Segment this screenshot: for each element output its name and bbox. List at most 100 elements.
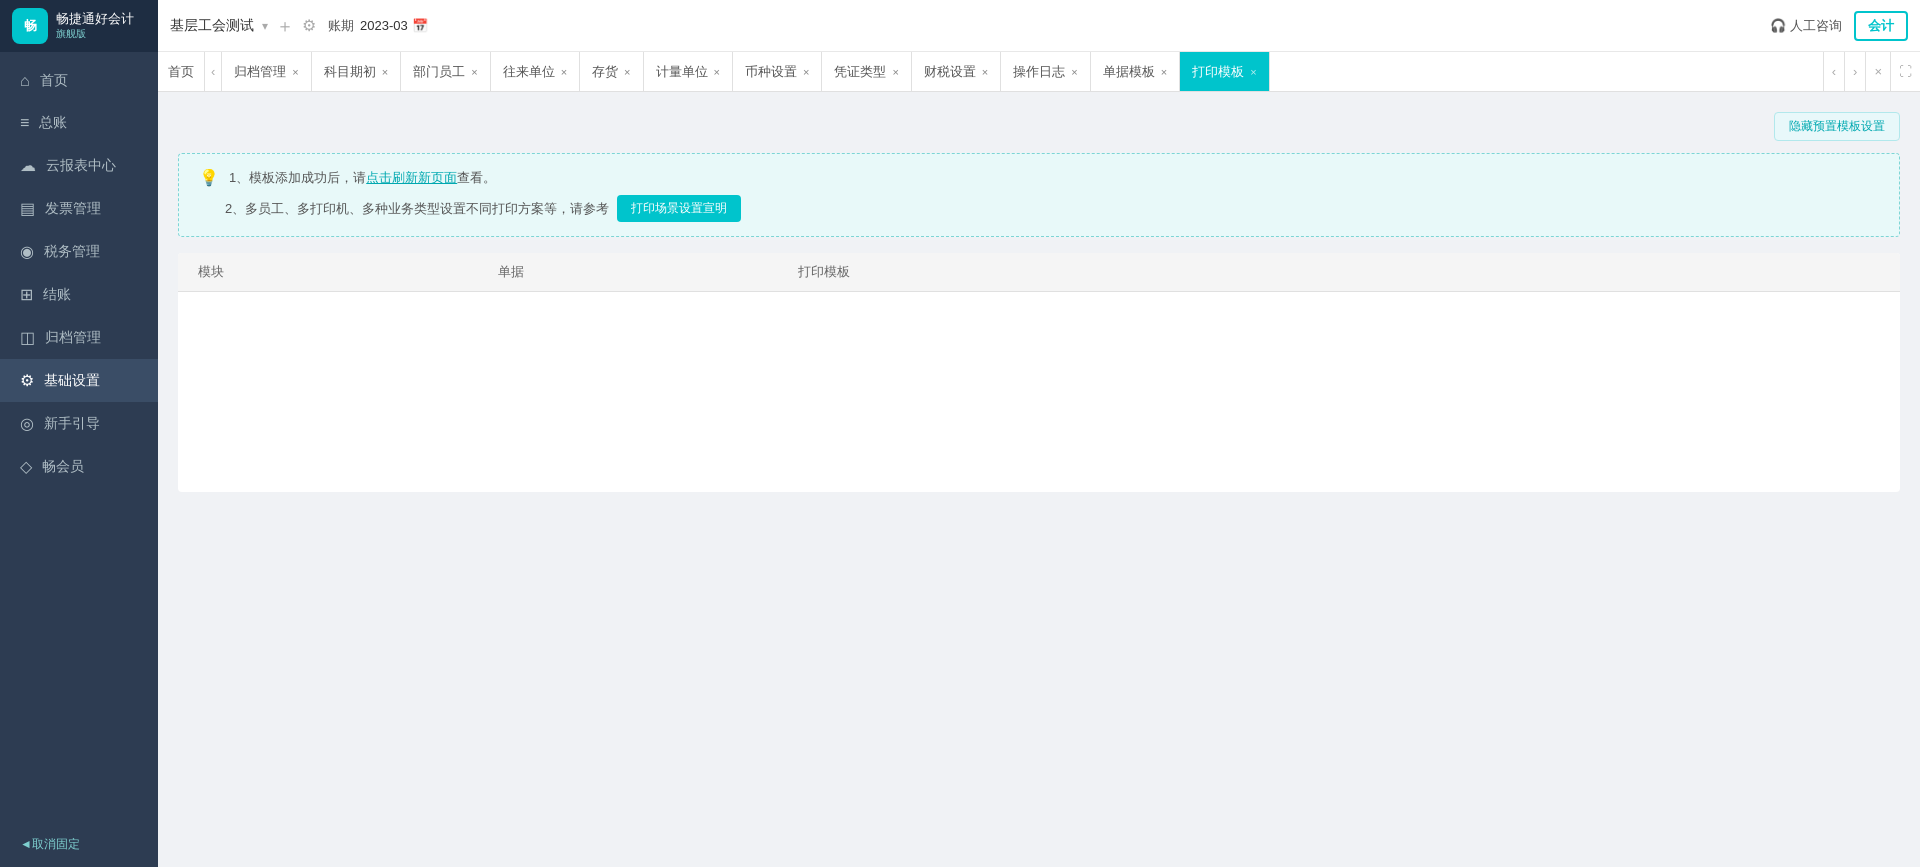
- sidebar-item-close[interactable]: ⊞ 结账: [0, 273, 158, 316]
- add-tab-button[interactable]: ＋: [276, 14, 294, 38]
- logo-icon: 畅: [12, 8, 48, 44]
- tab-close-all-button[interactable]: ×: [1865, 52, 1890, 92]
- sidebar-item-member[interactable]: ◇ 畅会员: [0, 445, 158, 488]
- tab-label: 科目期初: [324, 63, 376, 81]
- tab-label: 往来单位: [503, 63, 555, 81]
- account-type-button[interactable]: 会计: [1854, 11, 1908, 41]
- tab-home[interactable]: 首页: [158, 52, 205, 92]
- member-icon: ◇: [20, 457, 32, 476]
- invoice-icon: ▤: [20, 199, 35, 218]
- app-edition: 旗舰版: [56, 27, 134, 41]
- tab-close-icon[interactable]: ×: [982, 66, 988, 78]
- calendar-icon[interactable]: 📅: [412, 18, 428, 33]
- hide-preview-button[interactable]: 隐藏预置模板设置: [1774, 112, 1900, 141]
- tab-close-icon[interactable]: ×: [714, 66, 720, 78]
- sidebar-item-label: 发票管理: [45, 200, 101, 218]
- sidebar-item-ledger[interactable]: ≡ 总账: [0, 102, 158, 144]
- info-line2-prefix: 2、多员工、多打印机、多种业务类型设置不同打印方案等，请参考: [225, 200, 609, 218]
- sidebar-item-guide[interactable]: ◎ 新手引导: [0, 402, 158, 445]
- tab-close-icon[interactable]: ×: [471, 66, 477, 78]
- sidebar-item-label: 首页: [40, 72, 68, 90]
- unpin-button[interactable]: ◄取消固定: [0, 822, 158, 867]
- tab-prev-button[interactable]: ‹: [205, 52, 222, 92]
- app-logo: 畅 畅捷通好会计 旗舰版: [0, 0, 158, 52]
- tab-unit[interactable]: 计量单位 ×: [644, 52, 733, 92]
- settings-gear-icon[interactable]: ⚙: [302, 16, 316, 35]
- topbar: 基层工会测试 ▾ ＋ ⚙ 账期 2023-03 📅 🎧 人工咨询 会计: [158, 0, 1920, 52]
- tab-department[interactable]: 部门员工 ×: [401, 52, 490, 92]
- sidebar-item-label: 畅会员: [42, 458, 84, 476]
- service-button[interactable]: 🎧 人工咨询: [1770, 17, 1842, 35]
- tabbar: 首页 ‹ 归档管理 × 科目期初 × 部门员工 × 往来单位 × 存货 × 计量…: [158, 52, 1920, 92]
- guide-icon: ◎: [20, 414, 34, 433]
- col-template: 打印模板: [798, 263, 1880, 281]
- home-icon: ⌂: [20, 72, 30, 90]
- tab-voucher-template[interactable]: 单据模板 ×: [1091, 52, 1180, 92]
- sidebar-item-settings[interactable]: ⚙ 基础设置: [0, 359, 158, 402]
- info-line1-prefix: 1、模板添加成功后，请: [229, 169, 366, 187]
- sidebar-item-home[interactable]: ⌂ 首页: [0, 60, 158, 102]
- tab-close-icon[interactable]: ×: [892, 66, 898, 78]
- tab-close-icon[interactable]: ×: [803, 66, 809, 78]
- sidebar-item-label: 归档管理: [45, 329, 101, 347]
- sidebar-item-label: 结账: [43, 286, 71, 304]
- service-label: 人工咨询: [1790, 17, 1842, 35]
- headset-icon: 🎧: [1770, 18, 1786, 33]
- col-module: 模块: [198, 263, 498, 281]
- home-tab-label: 首页: [168, 63, 194, 81]
- tab-fullscreen-button[interactable]: ⛶: [1890, 52, 1920, 92]
- tab-archive[interactable]: 归档管理 ×: [222, 52, 311, 92]
- tab-label: 凭证类型: [834, 63, 886, 81]
- hide-preview-section: 隐藏预置模板设置: [178, 112, 1900, 141]
- sidebar-nav: ⌂ 首页 ≡ 总账 ☁ 云报表中心 ▤ 发票管理 ◉ 税务管理 ⊞ 结账 ◫ 归…: [0, 52, 158, 822]
- tab-close-icon[interactable]: ×: [292, 66, 298, 78]
- explain-button[interactable]: 打印场景设置宣明: [617, 195, 741, 222]
- tab-close-icon[interactable]: ×: [1161, 66, 1167, 78]
- tab-currency[interactable]: 币种设置 ×: [733, 52, 822, 92]
- tab-label: 存货: [592, 63, 618, 81]
- topbar-right: 🎧 人工咨询 会计: [1770, 11, 1908, 41]
- col-voucher: 单据: [498, 263, 798, 281]
- tab-tax-settings[interactable]: 财税设置 ×: [912, 52, 1001, 92]
- tab-close-icon[interactable]: ×: [382, 66, 388, 78]
- tab-subjects[interactable]: 科目期初 ×: [312, 52, 401, 92]
- period-label: 账期: [328, 17, 354, 35]
- sidebar-item-tax[interactable]: ◉ 税务管理: [0, 230, 158, 273]
- print-template-table: 模块 单据 打印模板: [178, 253, 1900, 492]
- unpin-label: ◄取消固定: [20, 836, 80, 853]
- tab-scroll-right-button[interactable]: ›: [1844, 52, 1865, 92]
- settings-icon: ⚙: [20, 371, 34, 390]
- table-header: 模块 单据 打印模板: [178, 253, 1900, 292]
- sidebar-item-reports[interactable]: ☁ 云报表中心: [0, 144, 158, 187]
- tab-close-icon[interactable]: ×: [1250, 66, 1256, 78]
- tab-label: 归档管理: [234, 63, 286, 81]
- sidebar-item-invoice[interactable]: ▤ 发票管理: [0, 187, 158, 230]
- tab-label: 财税设置: [924, 63, 976, 81]
- sidebar-item-label: 新手引导: [44, 415, 100, 433]
- main-content: 隐藏预置模板设置 💡 1、模板添加成功后，请 点击刷新新页面 查看。 2、多员工…: [158, 92, 1920, 867]
- close-account-icon: ⊞: [20, 285, 33, 304]
- tab-scroll-left-button[interactable]: ‹: [1823, 52, 1844, 92]
- tab-label: 操作日志: [1013, 63, 1065, 81]
- info-row-2: 2、多员工、多打印机、多种业务类型设置不同打印方案等，请参考 打印场景设置宣明: [199, 195, 1879, 222]
- app-name: 畅捷通好会计: [56, 11, 134, 28]
- tab-print-template[interactable]: 打印模板 ×: [1180, 52, 1269, 92]
- sidebar-item-label: 基础设置: [44, 372, 100, 390]
- tab-label: 部门员工: [413, 63, 465, 81]
- tab-close-icon[interactable]: ×: [561, 66, 567, 78]
- info-refresh-link[interactable]: 点击刷新新页面: [366, 169, 457, 187]
- bulb-icon: 💡: [199, 168, 219, 187]
- period-value: 2023-03: [360, 18, 408, 33]
- tab-inventory[interactable]: 存货 ×: [580, 52, 643, 92]
- tab-actions: ‹ › × ⛶: [1823, 52, 1920, 92]
- tab-close-icon[interactable]: ×: [1071, 66, 1077, 78]
- table-body: [178, 292, 1900, 492]
- tab-voucher-type[interactable]: 凭证类型 ×: [822, 52, 911, 92]
- ledger-icon: ≡: [20, 114, 29, 132]
- sidebar-item-archive[interactable]: ◫ 归档管理: [0, 316, 158, 359]
- tab-operation-log[interactable]: 操作日志 ×: [1001, 52, 1090, 92]
- company-dropdown-icon[interactable]: ▾: [262, 19, 268, 33]
- tab-contacts[interactable]: 往来单位 ×: [491, 52, 580, 92]
- sidebar-item-label: 总账: [39, 114, 67, 132]
- tab-close-icon[interactable]: ×: [624, 66, 630, 78]
